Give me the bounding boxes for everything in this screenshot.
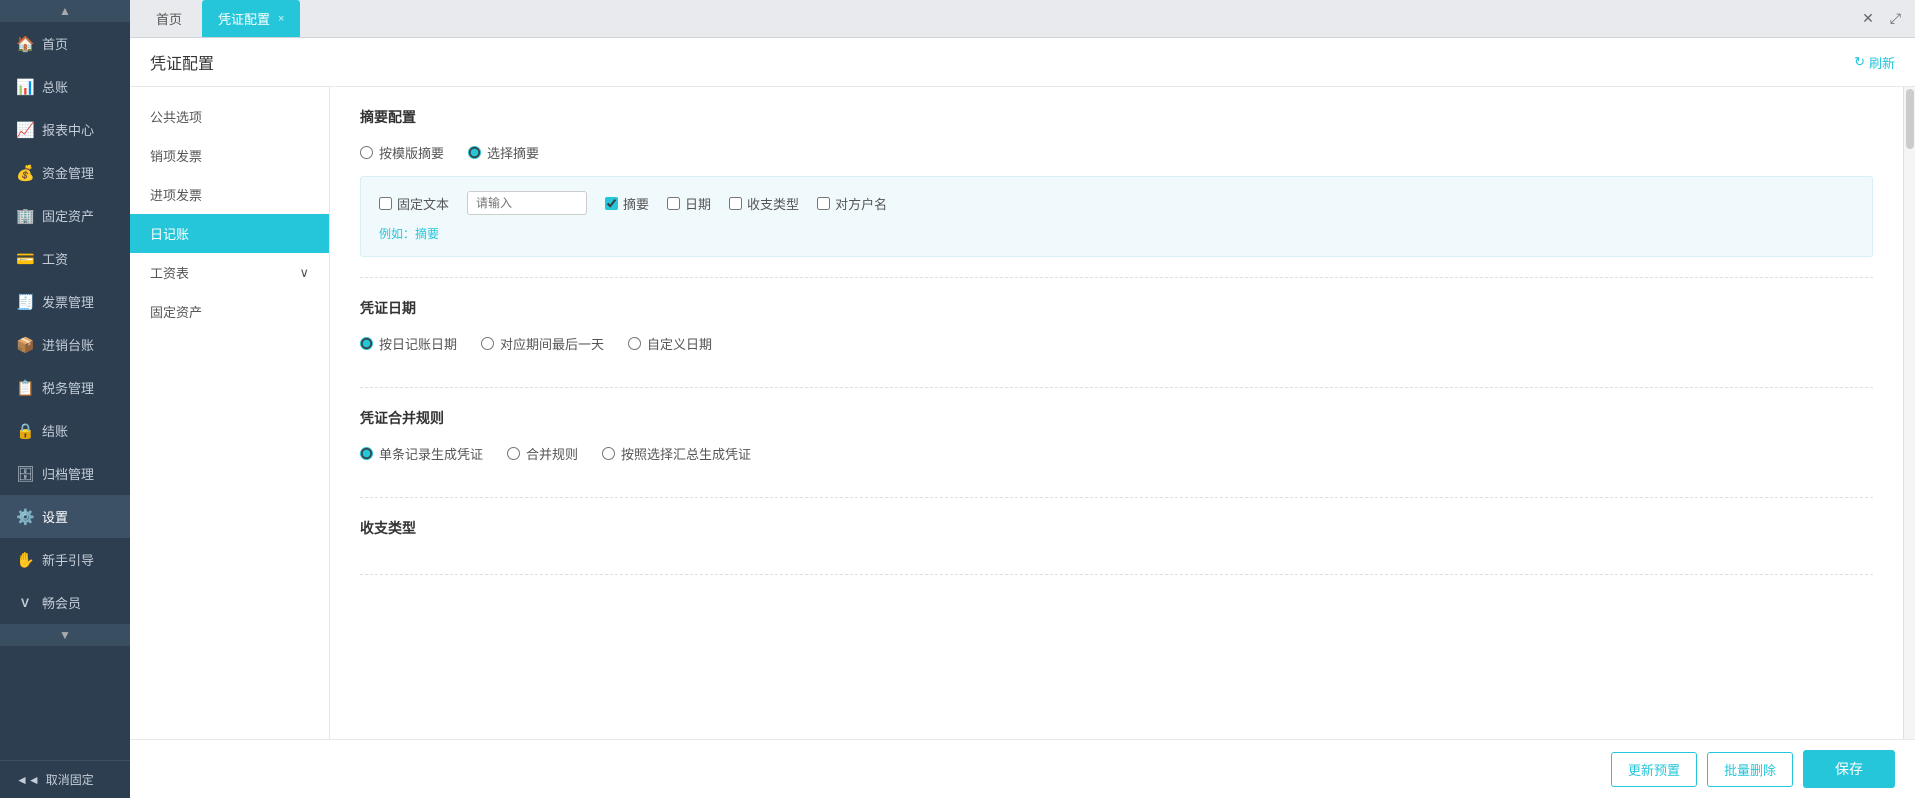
sidebar-item-assets[interactable]: 🏢 固定资产: [0, 194, 130, 237]
batch-delete-button[interactable]: 批量删除: [1707, 752, 1793, 787]
page-title: 凭证配置: [150, 50, 214, 74]
checkbox-counterpart[interactable]: 对方户名: [817, 194, 887, 213]
sidebar-scroll-down[interactable]: ▼: [0, 624, 130, 646]
left-nav-purchase-invoice[interactable]: 进项发票: [130, 175, 329, 214]
date-radio-diary[interactable]: 按日记账日期: [360, 334, 457, 353]
tax-icon: 📋: [16, 379, 34, 397]
scroll-track[interactable]: [1903, 87, 1915, 739]
left-nav-sales[interactable]: 销项发票: [130, 136, 329, 175]
summary-title: 摘要配置: [360, 107, 1873, 127]
sidebar-scroll-up[interactable]: ▲: [0, 0, 130, 22]
merge-radio-group: 单条记录生成凭证 合并规则 按照选择汇总生成凭证: [360, 444, 1873, 463]
left-nav: 公共选项 销项发票 进项发票 日记账 工资表 ∨ 固定资产: [130, 87, 330, 739]
summary-checkbox-row: 固定文本 摘要 日期: [379, 191, 1854, 215]
tab-home[interactable]: 首页: [140, 0, 198, 37]
purchase-icon: 📦: [16, 336, 34, 354]
save-button[interactable]: 保存: [1803, 750, 1895, 788]
sidebar-item-member[interactable]: V 畅会员: [0, 581, 130, 624]
summary-section: 摘要配置 按模版摘要 选择摘要: [360, 107, 1873, 278]
merge-section: 凭证合并规则 单条记录生成凭证 合并规则 按照选择汇总生成凭证: [360, 408, 1873, 498]
date-radio-lastday[interactable]: 对应期间最后一天: [481, 334, 604, 353]
checkbox-date[interactable]: 日期: [667, 194, 711, 213]
content-area: 凭证配置 ↻ 刷新 公共选项 销项发票 进项发票 日记账: [130, 38, 1915, 798]
summary-radio-group: 按模版摘要 选择摘要: [360, 143, 1873, 162]
sidebar-item-archive[interactable]: 🗄 归档管理: [0, 452, 130, 495]
bottom-bar: 更新预置 批量删除 保存: [130, 739, 1915, 798]
tab-close-icon[interactable]: ×: [278, 13, 284, 25]
date-radio-group: 按日记账日期 对应期间最后一天 自定义日期: [360, 334, 1873, 353]
member-icon: V: [16, 596, 34, 610]
invoice-icon: 🧾: [16, 293, 34, 311]
checkbox-summary[interactable]: 摘要: [605, 194, 649, 213]
sidebar-item-report[interactable]: 📈 报表中心: [0, 108, 130, 151]
fixed-text-input[interactable]: [467, 191, 587, 215]
sidebar-item-invoice[interactable]: 🧾 发票管理: [0, 280, 130, 323]
sidebar-item-ledger[interactable]: 📊 总账: [0, 65, 130, 108]
date-section: 凭证日期 按日记账日期 对应期间最后一天 自定义日期: [360, 298, 1873, 388]
body-layout: 公共选项 销项发票 进项发票 日记账 工资表 ∨ 固定资产: [130, 87, 1915, 739]
summary-radio-select[interactable]: 选择摘要: [468, 143, 539, 162]
refresh-button[interactable]: ↻ 刷新: [1854, 53, 1895, 72]
report-icon: 📈: [16, 121, 34, 139]
salary-icon: 💳: [16, 250, 34, 268]
sidebar-cancel-pin[interactable]: ◄◄ 取消固定: [0, 760, 130, 798]
pin-icon: ◄◄: [16, 773, 40, 787]
merge-radio-rule[interactable]: 合并规则: [507, 444, 578, 463]
right-content: 摘要配置 按模版摘要 选择摘要: [330, 87, 1903, 739]
merge-title: 凭证合并规则: [360, 408, 1873, 428]
window-maximize-button[interactable]: ⤢: [1886, 6, 1905, 31]
sidebar-item-settings[interactable]: ⚙️ 设置: [0, 495, 130, 538]
sidebar-item-purchase[interactable]: 📦 进销台账: [0, 323, 130, 366]
fund-icon: 💰: [16, 164, 34, 182]
scroll-thumb[interactable]: [1906, 89, 1914, 149]
date-title: 凭证日期: [360, 298, 1873, 318]
tab-bar: 首页 凭证配置 × ✕ ⤢: [130, 0, 1915, 38]
date-radio-custom[interactable]: 自定义日期: [628, 334, 712, 353]
left-nav-public[interactable]: 公共选项: [130, 97, 329, 136]
sidebar: ▲ 🏠 首页 📊 总账 📈 报表中心 💰 资金管理 🏢 固定资产 💳 工资 🧾 …: [0, 0, 130, 798]
ledger-icon: 📊: [16, 78, 34, 96]
checkbox-income-type[interactable]: 收支类型: [729, 194, 799, 213]
update-preset-button[interactable]: 更新预置: [1611, 752, 1697, 787]
income-type-section: 收支类型: [360, 518, 1873, 575]
tab-voucher-config[interactable]: 凭证配置 ×: [202, 0, 300, 37]
sidebar-item-fund[interactable]: 💰 资金管理: [0, 151, 130, 194]
left-nav-fixed-assets[interactable]: 固定资产: [130, 292, 329, 331]
example-text: 例如：摘要: [379, 225, 1854, 242]
close-account-icon: 🔒: [16, 422, 34, 440]
refresh-icon: ↻: [1854, 54, 1865, 70]
summary-radio-template[interactable]: 按模版摘要: [360, 143, 444, 162]
page-header: 凭证配置 ↻ 刷新: [130, 38, 1915, 87]
left-nav-payroll[interactable]: 工资表 ∨: [130, 253, 329, 292]
main-area: 首页 凭证配置 × ✕ ⤢ 凭证配置 ↻ 刷新 公共选项: [130, 0, 1915, 798]
income-type-title: 收支类型: [360, 518, 1873, 538]
sidebar-item-guide[interactable]: ✋ 新手引导: [0, 538, 130, 581]
sidebar-item-salary[interactable]: 💳 工资: [0, 237, 130, 280]
summary-checkbox-area: 固定文本 摘要 日期: [360, 176, 1873, 257]
assets-icon: 🏢: [16, 207, 34, 225]
chevron-down-icon: ∨: [299, 265, 309, 281]
left-nav-diary[interactable]: 日记账: [130, 214, 329, 253]
archive-icon: 🗄: [16, 465, 34, 483]
tab-right-controls: ✕ ⤢: [1858, 6, 1905, 31]
sidebar-item-close[interactable]: 🔒 结账: [0, 409, 130, 452]
merge-radio-byselect[interactable]: 按照选择汇总生成凭证: [602, 444, 751, 463]
sidebar-item-tax[interactable]: 📋 税务管理: [0, 366, 130, 409]
window-close-button[interactable]: ✕: [1858, 6, 1878, 31]
settings-icon: ⚙️: [16, 508, 34, 526]
guide-icon: ✋: [16, 551, 34, 569]
checkbox-fixed-text[interactable]: 固定文本: [379, 194, 449, 213]
home-icon: 🏠: [16, 35, 34, 53]
merge-radio-single[interactable]: 单条记录生成凭证: [360, 444, 483, 463]
sidebar-item-home[interactable]: 🏠 首页: [0, 22, 130, 65]
